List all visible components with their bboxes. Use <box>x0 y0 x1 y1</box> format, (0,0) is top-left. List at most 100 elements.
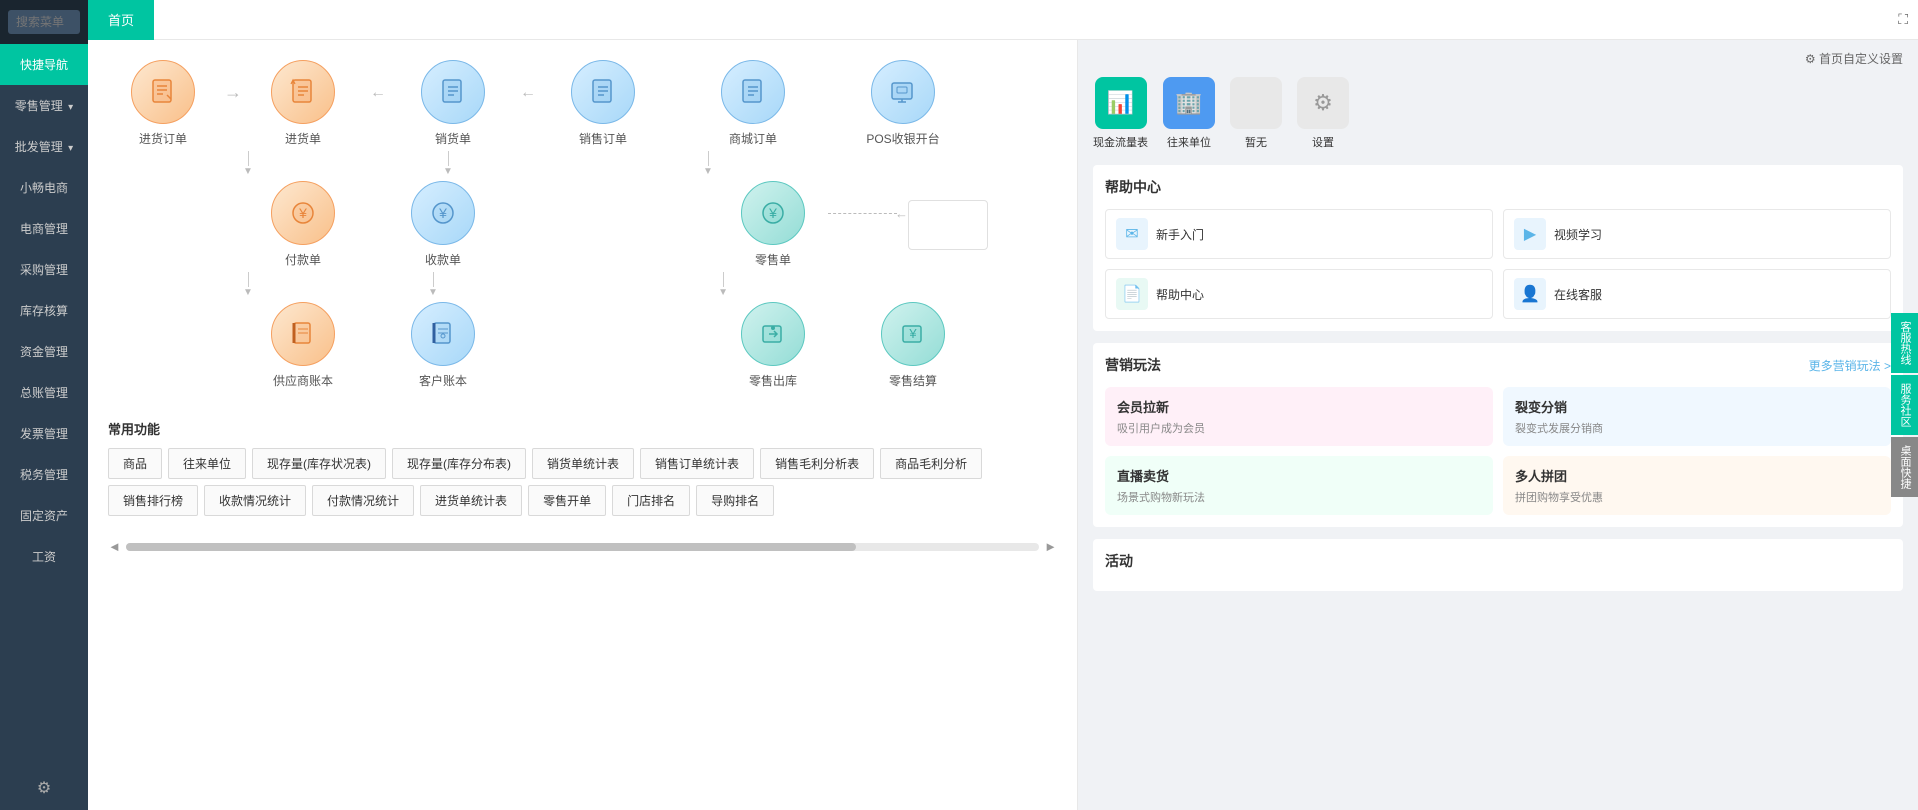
func-button[interactable]: 门店排名 <box>612 485 690 516</box>
help-item[interactable]: ✉新手入门 <box>1105 209 1493 259</box>
marketing-card-desc: 场景式购物新玩法 <box>1117 489 1481 505</box>
supplier-book-icon <box>271 302 335 366</box>
activity-title: 活动 <box>1105 551 1891 571</box>
func-button[interactable]: 销货单统计表 <box>532 448 634 479</box>
help-item[interactable]: 📄帮助中心 <box>1105 269 1493 319</box>
scroll-track[interactable] <box>126 543 1039 551</box>
scroll-right-button[interactable]: ► <box>1044 539 1057 554</box>
quick-icon-label: 现金流量表 <box>1093 134 1148 150</box>
marketing-card-title: 裂变分销 <box>1515 397 1879 416</box>
common-func-title: 常用功能 <box>108 419 1057 438</box>
marketing-card-title: 直播卖货 <box>1117 466 1481 485</box>
scroll-left-button[interactable]: ◄ <box>108 539 121 554</box>
customize-settings[interactable]: ⚙ 首页自定义设置 <box>1093 50 1903 67</box>
marketing-section: 营销玩法 更多营销玩法 > 会员拉新吸引用户成为会员裂变分销裂变式发展分销商直播… <box>1093 343 1903 527</box>
pos-right-area <box>908 214 1018 236</box>
help-item[interactable]: ▶视频学习 <box>1503 209 1891 259</box>
func-button[interactable]: 进货单统计表 <box>420 485 522 516</box>
float-button[interactable]: 桌面快捷 <box>1891 437 1918 497</box>
help-item-label: 视频学习 <box>1554 226 1602 243</box>
node-retail-out[interactable]: 零售出库 <box>718 302 828 389</box>
help-item[interactable]: 👤在线客服 <box>1503 269 1891 319</box>
sidebar-item-purchase[interactable]: 采购管理 <box>0 249 88 290</box>
more-marketing-link[interactable]: 更多营销玩法 > <box>1809 357 1891 374</box>
node-customer-book[interactable]: 客户账本 <box>388 302 498 389</box>
quick-icon-item[interactable]: ⚙设置 <box>1297 77 1349 150</box>
search-input[interactable] <box>8 10 80 34</box>
node-receipt[interactable]: ¥ 收款单 <box>388 181 498 268</box>
sidebar-item-quick-nav[interactable]: 快捷导航 <box>0 44 88 85</box>
node-purchase-slip[interactable]: 进货单 <box>248 60 358 147</box>
func-button[interactable]: 现存量(库存分布表) <box>392 448 526 479</box>
mall-order-label: 商城订单 <box>729 130 777 147</box>
sidebar: 快捷导航 零售管理 ▾ 批发管理 ▾ 小畅电商 电商管理 采购管理 库存核算 资… <box>0 0 88 810</box>
sidebar-item-retail[interactable]: 零售管理 ▾ <box>0 85 88 126</box>
func-button[interactable]: 销售毛利分析表 <box>760 448 874 479</box>
sidebar-item-ecommerce-small[interactable]: 小畅电商 <box>0 167 88 208</box>
marketing-card[interactable]: 会员拉新吸引用户成为会员 <box>1105 387 1493 446</box>
settings-icon[interactable]: ⚙ <box>0 766 88 810</box>
v-connectors-2: ▼ ▼ ▼ <box>108 272 1057 298</box>
sidebar-item-ecommerce-mgmt[interactable]: 电商管理 <box>0 208 88 249</box>
marketing-card-title: 多人拼团 <box>1515 466 1879 485</box>
sidebar-item-salary[interactable]: 工资 <box>0 536 88 577</box>
quick-icon-item[interactable]: 📊 现金流量表 <box>1093 77 1148 150</box>
func-button[interactable]: 商品 <box>108 448 162 479</box>
sidebar-item-inventory[interactable]: 库存核算 <box>0 290 88 331</box>
content-area: 进货订单 → <box>88 40 1918 810</box>
quick-icon-item[interactable]: 🏢往来单位 <box>1163 77 1215 150</box>
dashed-from-pos: ← <box>828 206 908 243</box>
sidebar-item-fixed-assets[interactable]: 固定资产 <box>0 495 88 536</box>
node-mall-order[interactable]: 商城订单 <box>698 60 808 147</box>
func-button[interactable]: 零售开单 <box>528 485 606 516</box>
node-retail-settle[interactable]: ¥ 零售结算 <box>858 302 968 389</box>
topbar: 首页 ⛶ <box>88 0 1918 40</box>
sidebar-bottom: ⚙ <box>0 766 88 810</box>
purchase-slip-icon <box>271 60 335 124</box>
customer-book-icon <box>411 302 475 366</box>
node-sales-order[interactable]: 销售订单 <box>548 60 658 147</box>
func-button[interactable]: 导购排名 <box>696 485 774 516</box>
func-button[interactable]: 收款情况统计 <box>204 485 306 516</box>
node-pos[interactable]: POS收银开台 <box>848 60 958 147</box>
sales-order-icon <box>571 60 635 124</box>
node-purchase-order[interactable]: 进货订单 <box>108 60 218 147</box>
func-button[interactable]: 销售订单统计表 <box>640 448 754 479</box>
marketing-card-title: 会员拉新 <box>1117 397 1481 416</box>
func-buttons-grid: 商品往来单位现存量(库存状况表)现存量(库存分布表)销货单统计表销售订单统计表销… <box>108 448 1057 516</box>
func-button[interactable]: 现存量(库存状况表) <box>252 448 386 479</box>
common-functions: 常用功能 商品往来单位现存量(库存状况表)现存量(库存分布表)销货单统计表销售订… <box>88 409 1077 531</box>
node-retail-slip[interactable]: ¥ 零售单 <box>718 181 828 268</box>
scroll-thumb[interactable] <box>126 543 857 551</box>
float-button[interactable]: 服务社区 <box>1891 375 1918 435</box>
quick-icon-box: 📊 <box>1095 77 1147 129</box>
v-conn-mall: ▼ <box>548 151 818 177</box>
sidebar-item-finance[interactable]: 资金管理 <box>0 331 88 372</box>
node-sales-slip[interactable]: 销货单 <box>398 60 508 147</box>
retail-out-label: 零售出库 <box>749 372 797 389</box>
node-supplier-book[interactable]: 供应商账本 <box>248 302 358 389</box>
retail-settle-icon: ¥ <box>881 302 945 366</box>
pos-label: POS收银开台 <box>866 130 939 147</box>
receipt-icon: ¥ <box>411 181 475 245</box>
sidebar-item-wholesale[interactable]: 批发管理 ▾ <box>0 126 88 167</box>
marketing-card[interactable]: 多人拼团拼团购物享受优惠 <box>1503 456 1891 515</box>
func-button[interactable]: 往来单位 <box>168 448 246 479</box>
func-button[interactable]: 商品毛利分析 <box>880 448 982 479</box>
func-button[interactable]: 销售排行榜 <box>108 485 198 516</box>
quick-icon-box <box>1230 77 1282 129</box>
func-button[interactable]: 付款情况统计 <box>312 485 414 516</box>
sidebar-item-invoice[interactable]: 发票管理 <box>0 413 88 454</box>
float-button[interactable]: 客服热线 <box>1891 313 1918 373</box>
tab-home[interactable]: 首页 <box>88 0 154 40</box>
quick-icon-item[interactable]: 暂无 <box>1230 77 1282 150</box>
marketing-card[interactable]: 直播卖货场景式购物新玩法 <box>1105 456 1493 515</box>
fullscreen-button[interactable]: ⛶ <box>1898 11 1908 27</box>
marketing-card[interactable]: 裂变分销裂变式发展分销商 <box>1503 387 1891 446</box>
sidebar-item-general-ledger[interactable]: 总账管理 <box>0 372 88 413</box>
help-item-label: 帮助中心 <box>1156 286 1204 303</box>
node-payment[interactable]: ¥ 付款单 <box>248 181 358 268</box>
sidebar-item-tax[interactable]: 税务管理 <box>0 454 88 495</box>
sales-order-label: 销售订单 <box>579 130 627 147</box>
pos-icon <box>871 60 935 124</box>
